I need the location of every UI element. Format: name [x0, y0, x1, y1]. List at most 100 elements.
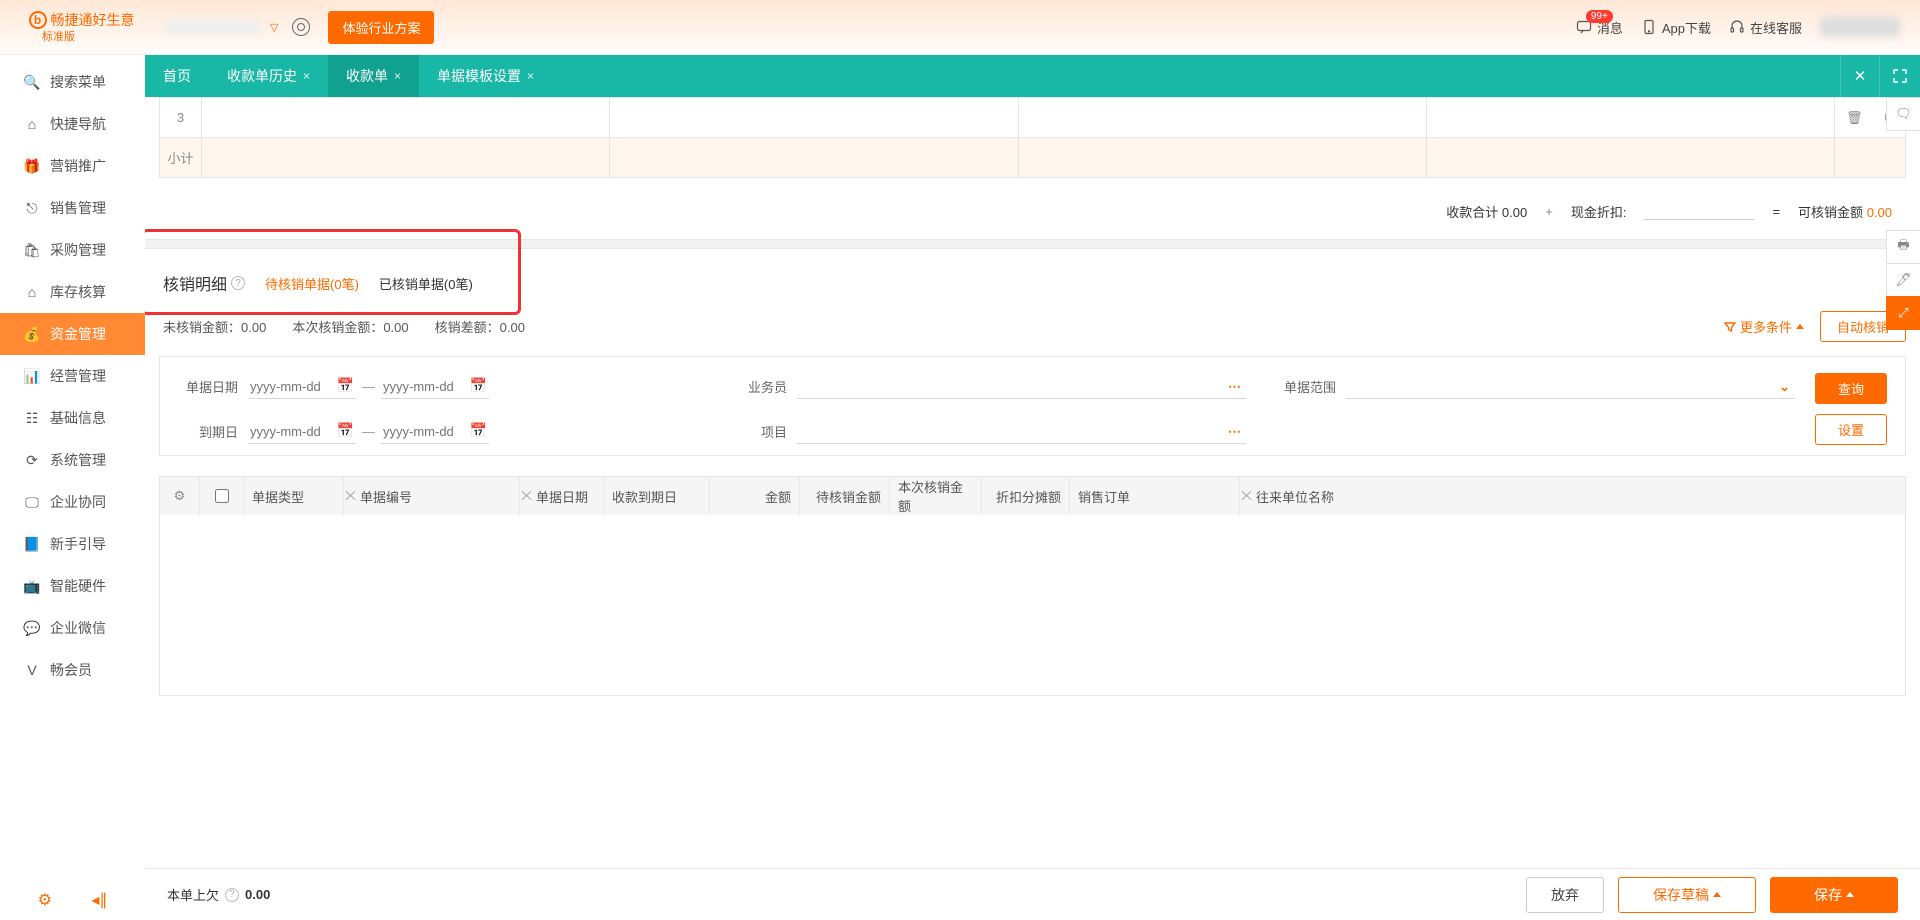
- sidebar-item-icon: 📘: [24, 536, 40, 552]
- rail-print-icon[interactable]: 🖶: [1886, 230, 1920, 264]
- sidebar-item-8[interactable]: ☷基础信息: [0, 397, 145, 439]
- company-selector[interactable]: ▽: [165, 19, 278, 35]
- table-settings-icon[interactable]: ⚙: [160, 477, 200, 515]
- customer-service-link[interactable]: 在线客服: [1729, 18, 1802, 37]
- sidebar: 🔍搜索菜单⌂快捷导航🎁营销推广⎋销售管理🛍采购管理⌂库存核算💰资金管理📊经营管理…: [0, 55, 145, 920]
- settings-gear-icon[interactable]: [292, 18, 310, 36]
- due-date-from-input[interactable]: [248, 420, 356, 444]
- sidebar-item-icon: ⟳: [24, 452, 40, 468]
- bill-date-from-input[interactable]: [248, 375, 356, 399]
- stat-diff: 核销差额：0.00: [435, 317, 525, 336]
- rail-link-icon[interactable]: 🖊: [1886, 263, 1920, 297]
- rail-expand-icon[interactable]: ⤢: [1886, 296, 1920, 330]
- sidebar-item-icon: ⌂: [24, 284, 40, 300]
- filter-settings-button[interactable]: 设置: [1815, 414, 1887, 445]
- sidebar-item-12[interactable]: 📺智能硬件: [0, 565, 145, 607]
- tab-3[interactable]: 单据模板设置×: [419, 55, 552, 97]
- sidebar-item-icon: 🛍: [24, 242, 40, 258]
- stat-unwritten: 未核销金额：0.00: [163, 317, 266, 336]
- sidebar-item-icon: ⌂: [24, 116, 40, 132]
- chevron-down-icon: ▽: [270, 21, 278, 34]
- sidebar-item-4[interactable]: 🛍采购管理: [0, 229, 145, 271]
- sidebar-item-3[interactable]: ⎋销售管理: [0, 187, 145, 229]
- sidebar-item-icon: 🖵: [24, 494, 40, 510]
- sidebar-settings-icon[interactable]: ⚙: [38, 890, 52, 910]
- sidebar-item-icon: 💰: [24, 326, 40, 342]
- sidebar-item-icon: ⎋: [24, 200, 40, 216]
- select-all-checkbox[interactable]: [215, 489, 229, 503]
- col-bill-number[interactable]: 单据编号: [344, 477, 520, 515]
- tab-bar: 首页×收款单历史×收款单×单据模板设置× ✕: [145, 55, 1920, 97]
- row-index: 3: [160, 98, 202, 137]
- sidebar-item-icon: 🎁: [24, 158, 40, 174]
- col-pending-amount[interactable]: 待核销金额: [800, 477, 890, 515]
- payment-lines-table: 3 🗑 ⧉ 小计: [159, 97, 1906, 178]
- col-sales-order[interactable]: 销售订单: [1070, 477, 1240, 515]
- col-due-date[interactable]: 收款到期日: [604, 477, 710, 515]
- mobile-icon: [1641, 19, 1657, 35]
- stat-current: 本次核销金额：0.00: [292, 317, 408, 336]
- owe-value: 0.00: [245, 887, 270, 902]
- user-avatar[interactable]: [1820, 17, 1900, 37]
- sidebar-item-10[interactable]: 🖵企业协同: [0, 481, 145, 523]
- query-button[interactable]: 查询: [1815, 373, 1887, 404]
- project-input[interactable]: [797, 420, 1246, 444]
- col-bill-type[interactable]: 单据类型: [244, 477, 344, 515]
- col-customer-name[interactable]: 往来单位名称: [1240, 477, 1905, 515]
- sidebar-item-5[interactable]: ⌂库存核算: [0, 271, 145, 313]
- sidebar-item-icon: 📊: [24, 368, 40, 384]
- project-picker-icon[interactable]: ⋯: [1228, 424, 1242, 440]
- sidebar-item-6[interactable]: 💰资金管理: [0, 313, 145, 355]
- help-icon[interactable]: ?: [231, 276, 245, 290]
- table-body-empty: [160, 515, 1905, 695]
- sidebar-item-14[interactable]: V畅会员: [0, 649, 145, 691]
- tab-close-icon[interactable]: ×: [303, 69, 310, 83]
- sidebar-item-1[interactable]: ⌂快捷导航: [0, 103, 145, 145]
- discard-button[interactable]: 放弃: [1526, 877, 1604, 913]
- more-filters-toggle[interactable]: 更多条件: [1724, 317, 1804, 336]
- help-icon[interactable]: ?: [225, 888, 239, 902]
- operator-input[interactable]: [797, 375, 1246, 399]
- try-industry-plan-button[interactable]: 体验行业方案: [328, 11, 434, 44]
- save-draft-button[interactable]: 保存草稿: [1618, 877, 1756, 913]
- chevron-up-icon: [1713, 892, 1721, 897]
- col-discount-share[interactable]: 折扣分摊额: [982, 477, 1070, 515]
- col-bill-date[interactable]: 单据日期: [520, 477, 604, 515]
- sidebar-collapse-icon[interactable]: ◂∥: [91, 890, 107, 910]
- owe-label: 本单上欠: [167, 885, 219, 904]
- chevron-down-icon[interactable]: ⌄: [1779, 379, 1791, 395]
- cash-discount-input[interactable]: [1644, 204, 1754, 220]
- sidebar-item-2[interactable]: 🎁营销推广: [0, 145, 145, 187]
- due-date-to-input[interactable]: [381, 420, 489, 444]
- headset-icon: [1729, 19, 1745, 35]
- bill-date-to-input[interactable]: [381, 375, 489, 399]
- operator-picker-icon[interactable]: ⋯: [1228, 379, 1242, 395]
- sidebar-item-13[interactable]: 💬企业微信: [0, 607, 145, 649]
- sidebar-item-9[interactable]: ⟳系统管理: [0, 439, 145, 481]
- right-rail: 🗨 🖶 🖊 ⤢: [1886, 97, 1920, 329]
- writeoff-table: ⚙ 单据类型 单据编号 单据日期 收款到期日 金额 待核销金额 本次核销金额 折…: [159, 476, 1906, 696]
- tab-close-icon[interactable]: ×: [527, 69, 534, 83]
- tab-0[interactable]: 首页×: [145, 55, 209, 97]
- brand-edition: 标准版: [42, 28, 75, 44]
- filter-panel: 单据日期 📅 — 📅 业务员 ⋯ 单据范围: [159, 356, 1906, 456]
- bill-scope-select[interactable]: [1346, 375, 1795, 399]
- sidebar-item-11[interactable]: 📘新手引导: [0, 523, 145, 565]
- messages-link[interactable]: 消息 99+: [1576, 18, 1623, 37]
- tab-1[interactable]: 收款单历史×: [209, 55, 328, 97]
- tab-done-writeoff[interactable]: 已核销单据(0笔): [379, 274, 473, 293]
- tab-close-icon[interactable]: ×: [394, 69, 401, 83]
- app-download-link[interactable]: App下载: [1641, 18, 1711, 37]
- tab-2[interactable]: 收款单×: [328, 55, 419, 97]
- sidebar-item-7[interactable]: 📊经营管理: [0, 355, 145, 397]
- save-button[interactable]: 保存: [1770, 877, 1898, 913]
- rail-note-icon[interactable]: 🗨: [1886, 97, 1920, 131]
- col-amount[interactable]: 金额: [710, 477, 800, 515]
- tab-fullscreen-button[interactable]: [1880, 55, 1920, 97]
- row-delete-icon[interactable]: 🗑: [1846, 110, 1863, 126]
- tab-close-all-button[interactable]: ✕: [1840, 55, 1880, 97]
- col-current-amount[interactable]: 本次核销金额: [890, 477, 982, 515]
- sidebar-item-0[interactable]: 🔍搜索菜单: [0, 61, 145, 103]
- tab-pending-writeoff[interactable]: 待核销单据(0笔): [265, 274, 359, 293]
- sidebar-item-icon: ☷: [24, 410, 40, 426]
